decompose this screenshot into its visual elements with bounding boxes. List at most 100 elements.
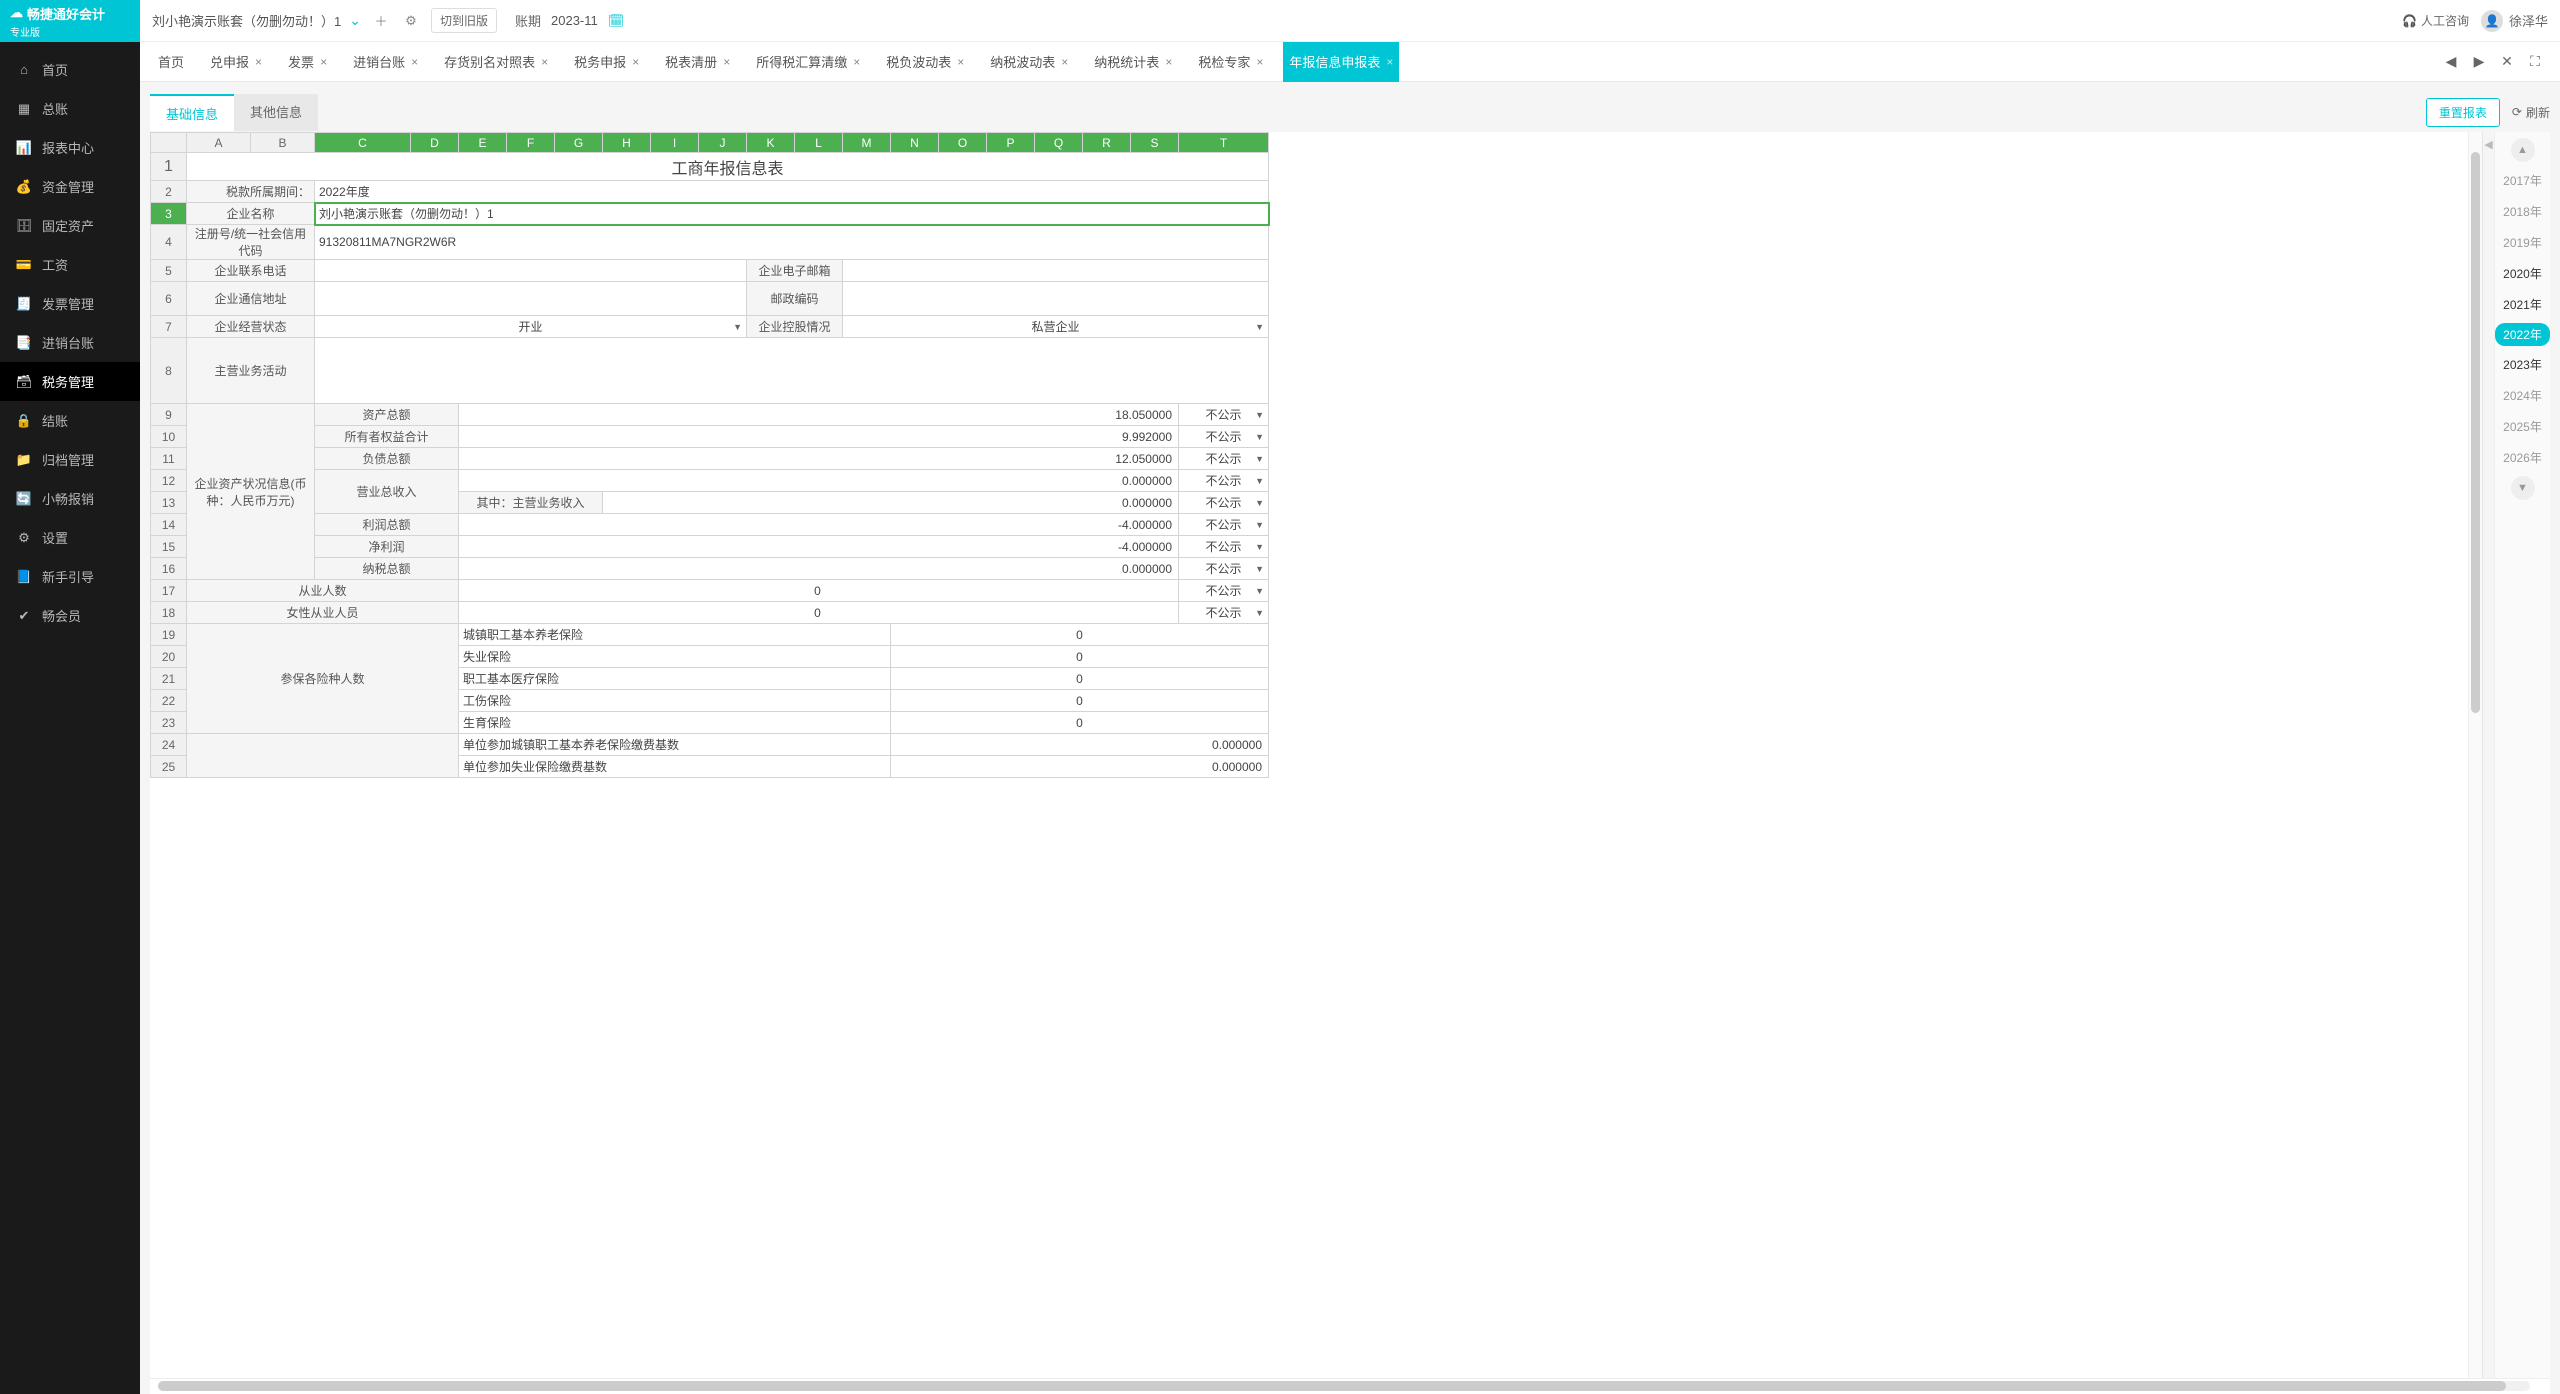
sidebar-item-home[interactable]: ⌂首页 <box>0 50 140 89</box>
sidebar-item-ledger[interactable]: ▦总账 <box>0 89 140 128</box>
panel-collapse-handle[interactable]: ◀ <box>2482 132 2494 1378</box>
year-item-2023年[interactable]: 2023年 <box>2497 352 2548 377</box>
cell-r20-val[interactable]: 0 <box>891 646 1269 668</box>
cell-r24-val[interactable]: 0.000000 <box>891 734 1269 756</box>
disclose-select[interactable]: 不公示▼ <box>1179 536 1269 558</box>
sidebar-item-assets[interactable]: 🗄固定资产 <box>0 206 140 245</box>
tab-close-icon[interactable]: × <box>957 55 964 69</box>
row-header-10[interactable]: 10 <box>151 426 187 448</box>
cell-holding[interactable]: 私营企业▼ <box>843 316 1269 338</box>
sidebar-item-invoice[interactable]: 🧾发票管理 <box>0 284 140 323</box>
cell-r9-val[interactable]: 18.050000 <box>459 404 1179 426</box>
row-header-2[interactable]: 2 <box>151 181 187 203</box>
tab-5[interactable]: 税务申报× <box>568 42 645 82</box>
disclose-select[interactable]: 不公示▼ <box>1179 580 1269 602</box>
corner-cell[interactable] <box>151 133 187 153</box>
tab-next-button[interactable]: ▶ <box>2466 49 2492 75</box>
row-header-1[interactable]: 1 <box>151 153 187 181</box>
row-header-24[interactable]: 24 <box>151 734 187 756</box>
col-header-Q[interactable]: Q <box>1035 133 1083 153</box>
row-header-4[interactable]: 4 <box>151 225 187 260</box>
cell-r17-val[interactable]: 0 <box>459 580 1179 602</box>
row-header-21[interactable]: 21 <box>151 668 187 690</box>
cell-r22-val[interactable]: 0 <box>891 690 1269 712</box>
cell-zipcode[interactable] <box>843 282 1269 316</box>
cell-r14-val[interactable]: -4.000000 <box>459 514 1179 536</box>
col-header-A[interactable]: A <box>187 133 251 153</box>
tab-9[interactable]: 纳税波动表× <box>984 42 1074 82</box>
tab-0[interactable]: 首页 <box>152 42 190 82</box>
sidebar-item-vip[interactable]: ✔畅会员 <box>0 596 140 635</box>
horizontal-scrollbar[interactable] <box>150 1378 2550 1394</box>
add-button[interactable]: ＋ <box>371 11 391 31</box>
tab-close-all-button[interactable]: ✕ <box>2494 49 2520 75</box>
cell-r19-val[interactable]: 0 <box>891 624 1269 646</box>
cell-r13-val[interactable]: 0.000000 <box>603 492 1179 514</box>
tab-close-icon[interactable]: × <box>541 55 548 69</box>
consult-button[interactable]: 🎧 人工咨询 <box>2402 12 2469 29</box>
row-header-12[interactable]: 12 <box>151 470 187 492</box>
cell-r18-val[interactable]: 0 <box>459 602 1179 624</box>
horizontal-scrollbar-thumb[interactable] <box>158 1381 2506 1391</box>
disclose-select[interactable]: 不公示▼ <box>1179 514 1269 536</box>
col-header-D[interactable]: D <box>411 133 459 153</box>
row-header-25[interactable]: 25 <box>151 756 187 778</box>
row-header-9[interactable]: 9 <box>151 404 187 426</box>
row-header-16[interactable]: 16 <box>151 558 187 580</box>
cell-phone[interactable] <box>315 260 747 282</box>
disclose-select[interactable]: 不公示▼ <box>1179 448 1269 470</box>
fullscreen-button[interactable]: ⛶ <box>2522 49 2548 75</box>
tab-8[interactable]: 税负波动表× <box>880 42 970 82</box>
col-header-B[interactable]: B <box>251 133 315 153</box>
sidebar-item-close[interactable]: 🔒结账 <box>0 401 140 440</box>
year-item-2022年[interactable]: 2022年 <box>2495 323 2550 346</box>
tab-close-icon[interactable]: × <box>411 55 418 69</box>
cell-r12-val[interactable]: 0.000000 <box>459 470 1179 492</box>
sidebar-item-inout[interactable]: 📑进销台账 <box>0 323 140 362</box>
sidebar-item-tax[interactable]: 🗃税务管理 <box>0 362 140 401</box>
row-header-7[interactable]: 7 <box>151 316 187 338</box>
row-header-11[interactable]: 11 <box>151 448 187 470</box>
col-header-H[interactable]: H <box>603 133 651 153</box>
col-header-S[interactable]: S <box>1131 133 1179 153</box>
row-header-8[interactable]: 8 <box>151 338 187 404</box>
disclose-select[interactable]: 不公示▼ <box>1179 492 1269 514</box>
tab-10[interactable]: 纳税统计表× <box>1088 42 1178 82</box>
refresh-button[interactable]: ⟳ 刷新 <box>2512 104 2550 121</box>
tab-close-icon[interactable]: × <box>853 55 860 69</box>
row-header-18[interactable]: 18 <box>151 602 187 624</box>
vertical-scrollbar-thumb[interactable] <box>2471 152 2480 713</box>
col-header-C[interactable]: C <box>315 133 411 153</box>
tab-close-icon[interactable]: × <box>632 55 639 69</box>
col-header-J[interactable]: J <box>699 133 747 153</box>
tab-close-icon[interactable]: × <box>255 55 262 69</box>
disclose-select[interactable]: 不公示▼ <box>1179 404 1269 426</box>
row-header-23[interactable]: 23 <box>151 712 187 734</box>
col-header-M[interactable]: M <box>843 133 891 153</box>
cell-r16-val[interactable]: 0.000000 <box>459 558 1179 580</box>
year-item-2020年[interactable]: 2020年 <box>2497 261 2548 286</box>
disclose-select[interactable]: 不公示▼ <box>1179 426 1269 448</box>
col-header-K[interactable]: K <box>747 133 795 153</box>
calendar-icon[interactable]: 🗓 <box>608 13 625 29</box>
year-item-2021年[interactable]: 2021年 <box>2497 292 2548 317</box>
row-header-13[interactable]: 13 <box>151 492 187 514</box>
cell-main-biz[interactable] <box>315 338 1269 404</box>
sidebar-item-settings[interactable]: ⚙设置 <box>0 518 140 557</box>
row-header-19[interactable]: 19 <box>151 624 187 646</box>
col-header-P[interactable]: P <box>987 133 1035 153</box>
row-header-14[interactable]: 14 <box>151 514 187 536</box>
cell-period-value[interactable]: 2022年度 <box>315 181 1269 203</box>
cell-r23-val[interactable]: 0 <box>891 712 1269 734</box>
tab-11[interactable]: 税检专家× <box>1192 42 1269 82</box>
col-header-L[interactable]: L <box>795 133 843 153</box>
cell-reg-code[interactable]: 91320811MA7NGR2W6R <box>315 225 1269 260</box>
sidebar-item-funds[interactable]: 💰资金管理 <box>0 167 140 206</box>
cell-r11-val[interactable]: 12.050000 <box>459 448 1179 470</box>
tab-close-icon[interactable]: × <box>320 55 327 69</box>
cell-r21-val[interactable]: 0 <box>891 668 1269 690</box>
col-header-E[interactable]: E <box>459 133 507 153</box>
tab-close-icon[interactable]: × <box>1386 55 1393 69</box>
sidebar-item-salary[interactable]: 💳工资 <box>0 245 140 284</box>
row-header-15[interactable]: 15 <box>151 536 187 558</box>
